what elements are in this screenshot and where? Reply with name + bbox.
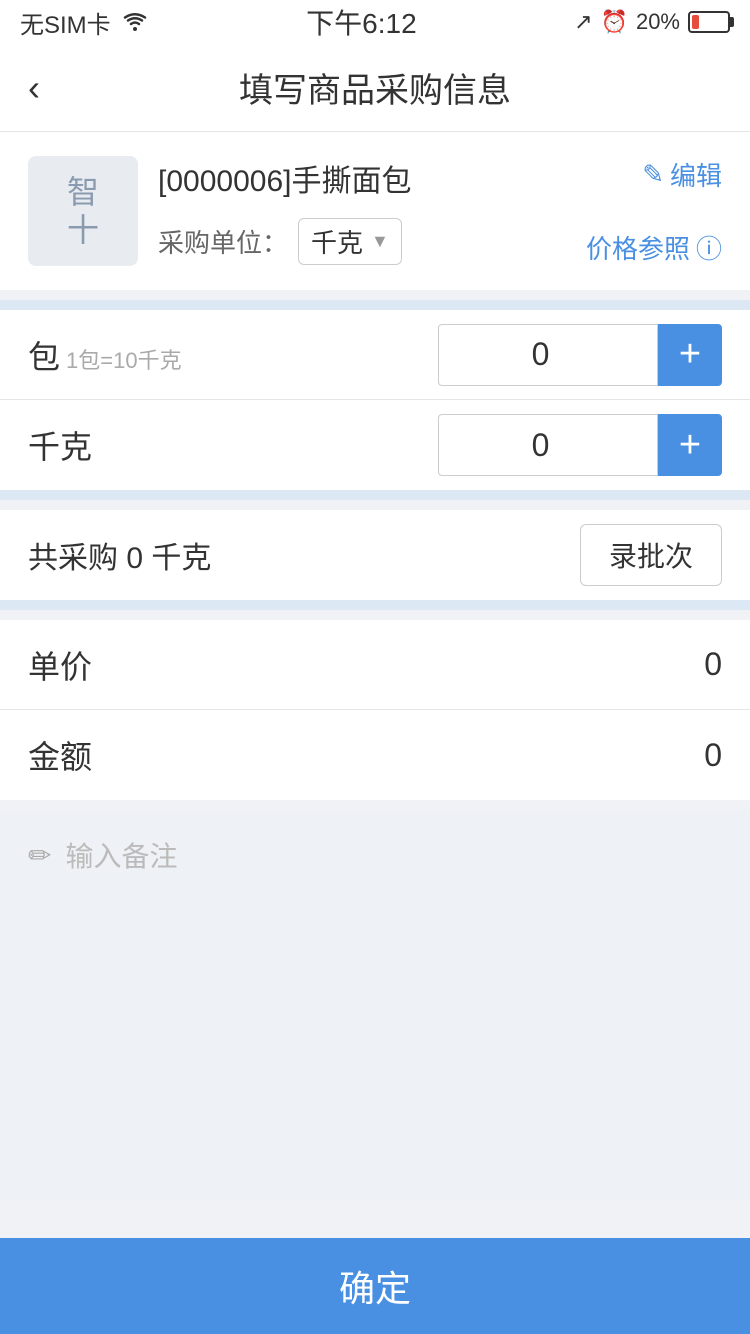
- bag-plus-button[interactable]: +: [658, 324, 722, 386]
- section-divider-1: [0, 300, 750, 310]
- dropdown-arrow-icon: ▼: [371, 231, 389, 252]
- status-bar: 无SIM卡 下午6:12 ↗ ⏰ 20%: [0, 0, 750, 44]
- sim-signal: 无SIM卡: [20, 5, 111, 40]
- bottom-area: [0, 900, 750, 1200]
- battery-indicator: [688, 11, 730, 33]
- unit-selector[interactable]: 千克 ▼: [298, 218, 402, 265]
- input-section: 包1包=10千克 + 千克 +: [0, 310, 750, 490]
- bag-input-row: 包1包=10千克 +: [0, 310, 750, 400]
- kg-plus-button[interactable]: +: [658, 414, 722, 476]
- price-ref-label: 价格参照: [586, 229, 690, 266]
- edit-button[interactable]: ✎ 编辑: [642, 156, 722, 193]
- logo-line1: 智: [67, 173, 99, 211]
- battery-percent: 20%: [636, 9, 680, 35]
- alarm-icon: ⏰: [601, 9, 628, 35]
- product-image: 智 十: [28, 156, 138, 266]
- bag-quantity-input[interactable]: [438, 324, 658, 386]
- section-divider-2: [0, 490, 750, 500]
- confirm-button[interactable]: 确定: [0, 1238, 750, 1334]
- kg-input-row: 千克 +: [0, 400, 750, 490]
- bag-input-control: +: [438, 324, 722, 386]
- kg-label: 千克: [28, 422, 438, 468]
- unit-value: 千克: [311, 223, 363, 260]
- edit-label: 编辑: [670, 156, 722, 193]
- wifi-icon: [121, 12, 149, 32]
- kg-input-control: +: [438, 414, 722, 476]
- record-batch-button[interactable]: 录批次: [580, 524, 722, 586]
- info-section: 单价 0 金额 0: [0, 620, 750, 800]
- main-content: 智 十 [0000006]手撕面包 采购单位： 千克 ▼ ✎ 编辑 价格参照 ⓘ: [0, 132, 750, 1200]
- summary-row: 共采购 0 千克 录批次: [0, 510, 750, 600]
- bag-sublabel: 1包=10千克: [66, 348, 182, 373]
- product-name: [0000006]手撕面包: [158, 156, 722, 200]
- unit-label: 采购单位：: [158, 223, 288, 260]
- info-icon: ⓘ: [696, 229, 722, 266]
- price-row: 单价 0: [0, 620, 750, 710]
- amount-value: 0: [704, 737, 722, 774]
- price-ref-button[interactable]: 价格参照 ⓘ: [586, 229, 722, 266]
- back-button[interactable]: ‹: [28, 67, 40, 109]
- location-icon: ↗: [574, 9, 592, 35]
- edit-icon: ✎: [642, 159, 664, 190]
- summary-text: 共采购 0 千克: [28, 533, 211, 577]
- amount-label: 金额: [28, 732, 92, 778]
- logo-line2: 十: [67, 211, 99, 249]
- bag-label: 包1包=10千克: [28, 332, 438, 378]
- remarks-placeholder: 输入备注: [65, 835, 177, 875]
- status-right: ↗ ⏰ 20%: [574, 9, 730, 35]
- status-time: 下午6:12: [306, 2, 417, 42]
- nav-bar: ‹ 填写商品采购信息: [0, 44, 750, 132]
- price-label: 单价: [28, 642, 92, 688]
- page-title: 填写商品采购信息: [239, 63, 511, 112]
- price-value: 0: [704, 646, 722, 683]
- kg-quantity-input[interactable]: [438, 414, 658, 476]
- product-card: 智 十 [0000006]手撕面包 采购单位： 千克 ▼ ✎ 编辑 价格参照 ⓘ: [0, 132, 750, 290]
- amount-row: 金额 0: [0, 710, 750, 800]
- remarks-section[interactable]: ✏ 输入备注: [0, 810, 750, 900]
- status-left: 无SIM卡: [20, 5, 149, 40]
- pencil-icon: ✏: [28, 839, 51, 872]
- summary-section: 共采购 0 千克 录批次: [0, 510, 750, 600]
- section-divider-3: [0, 600, 750, 610]
